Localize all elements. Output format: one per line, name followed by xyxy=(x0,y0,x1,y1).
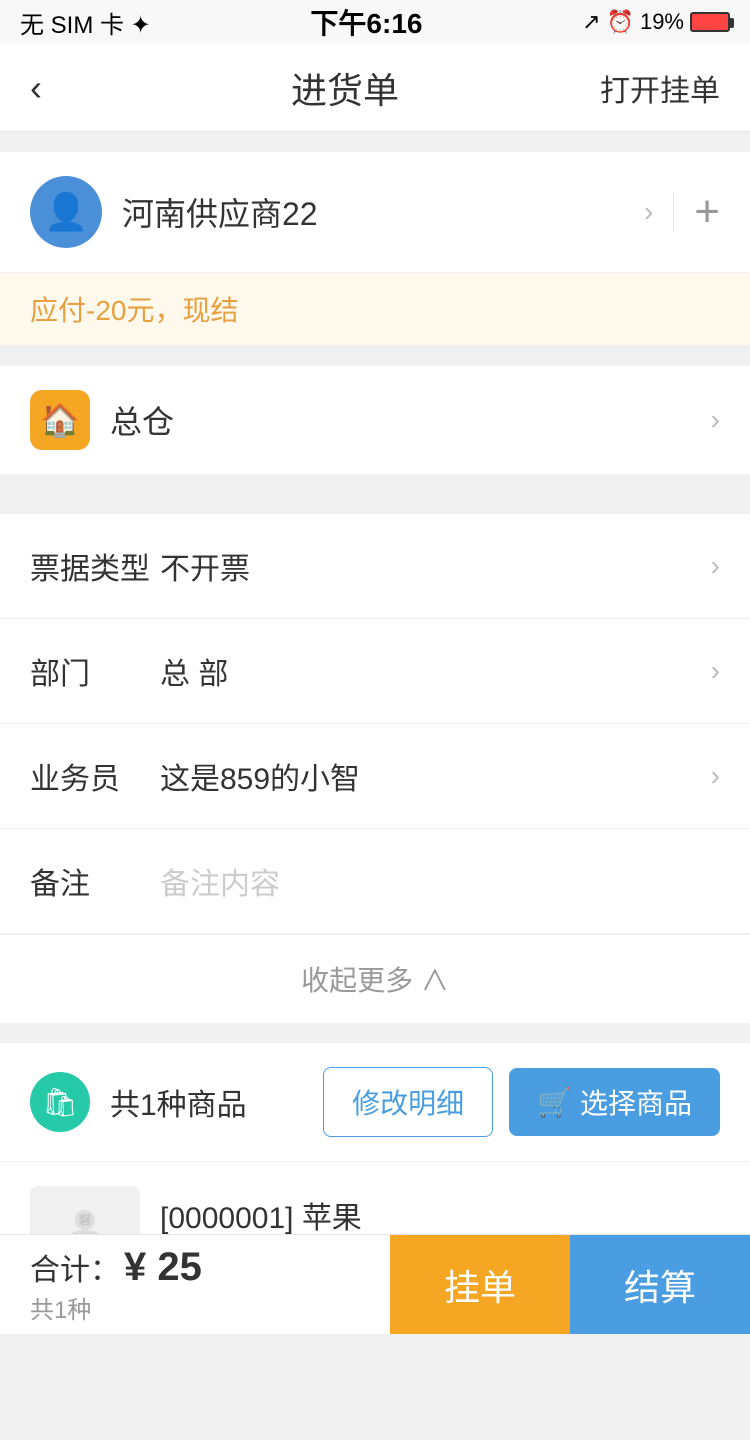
status-right: ↗ ⏰ 19% xyxy=(582,9,730,35)
invoice-type-row[interactable]: 票据类型 不开票 › xyxy=(0,514,750,619)
select-product-label: 选择商品 xyxy=(580,1082,692,1122)
warehouse-chevron-icon: › xyxy=(711,404,720,436)
page-title: 进货单 xyxy=(291,62,399,114)
warehouse-section: 🏠 总仓 › xyxy=(0,366,750,474)
form-section: 票据类型 不开票 › 部门 总 部 › 业务员 这是859的小智 › 备注 备注… xyxy=(0,514,750,1023)
collapse-button[interactable]: 收起更多 ∧ xyxy=(0,934,750,1023)
salesperson-row[interactable]: 业务员 这是859的小智 › xyxy=(0,724,750,829)
avatar-icon: 👤 xyxy=(44,191,89,233)
divider-2 xyxy=(0,474,750,494)
department-value: 总 部 xyxy=(160,649,711,693)
battery-label: 19% xyxy=(640,9,684,35)
department-row[interactable]: 部门 总 部 › xyxy=(0,619,750,724)
supplier-name[interactable]: 河南供应商22 xyxy=(122,189,644,235)
salesperson-value: 这是859的小智 xyxy=(160,754,711,798)
top-divider xyxy=(0,132,750,152)
total-label: 合计： xyxy=(30,1245,120,1289)
total-amount: ¥ 25 xyxy=(124,1245,202,1290)
product-title: 苹果 xyxy=(302,1202,362,1235)
svg-text:磐: 磐 xyxy=(79,1213,91,1227)
warehouse-row[interactable]: 🏠 总仓 › xyxy=(0,366,750,474)
sim-status: 无 SIM 卡 ✦ xyxy=(20,5,151,40)
bottom-padding xyxy=(0,1340,750,1440)
bottom-bar: 合计： ¥ 25 共1种 挂单 结算 xyxy=(0,1234,750,1334)
open-pending-button[interactable]: 打开挂单 xyxy=(600,66,720,110)
product-name: [0000001] 苹果 xyxy=(160,1193,668,1237)
alarm-icon: ⏰ xyxy=(607,9,634,35)
product-count-label: 共1种商品 xyxy=(110,1080,323,1124)
total-area: 合计： ¥ 25 共1种 xyxy=(0,1235,390,1334)
status-time: 下午6:16 xyxy=(310,2,422,42)
status-left: 无 SIM 卡 ✦ xyxy=(20,5,151,40)
warehouse-name: 总仓 xyxy=(110,397,711,443)
invoice-type-value: 不开票 xyxy=(160,544,711,588)
supplier-divider xyxy=(673,192,674,232)
divider-1 xyxy=(0,346,750,366)
supplier-avatar: 👤 xyxy=(30,176,102,248)
product-header: 🛍 共1种商品 修改明细 🛒 选择商品 xyxy=(0,1023,750,1161)
select-product-button[interactable]: 🛒 选择商品 xyxy=(509,1068,720,1136)
debt-notice: 应付-20元，现结 xyxy=(0,273,750,346)
remark-value[interactable]: 备注内容 xyxy=(160,859,720,903)
hang-order-button[interactable]: 挂单 xyxy=(390,1235,570,1334)
nav-bar: ‹ 进货单 打开挂单 xyxy=(0,44,750,132)
supplier-row: 👤 河南供应商22 › + xyxy=(0,152,750,273)
supplier-section: 👤 河南供应商22 › + 应付-20元，现结 xyxy=(0,152,750,346)
product-code: [0000001] xyxy=(160,1202,293,1235)
product-count-icon: 🛍 xyxy=(30,1072,90,1132)
checkout-button[interactable]: 结算 xyxy=(570,1235,750,1334)
salesperson-chevron-icon: › xyxy=(711,760,720,792)
modify-detail-button[interactable]: 修改明细 xyxy=(323,1067,493,1137)
department-label: 部门 xyxy=(30,649,160,693)
invoice-type-chevron-icon: › xyxy=(711,550,720,582)
location-icon: ↗ xyxy=(582,9,600,35)
remark-label: 备注 xyxy=(30,859,160,903)
supplier-chevron-icon: › xyxy=(644,196,653,228)
total-count: 共1种 xyxy=(30,1290,360,1325)
department-chevron-icon: › xyxy=(711,655,720,687)
status-bar: 无 SIM 卡 ✦ 下午6:16 ↗ ⏰ 19% xyxy=(0,0,750,44)
back-button[interactable]: ‹ xyxy=(30,67,90,109)
invoice-type-label: 票据类型 xyxy=(30,544,160,588)
battery-icon xyxy=(690,12,730,32)
remark-row[interactable]: 备注 备注内容 xyxy=(0,829,750,934)
cart-icon: 🛒 xyxy=(537,1086,572,1119)
bag-icon: 🛍 xyxy=(42,1086,78,1119)
salesperson-label: 业务员 xyxy=(30,754,160,798)
add-supplier-button[interactable]: + xyxy=(694,187,720,237)
warehouse-icon: 🏠 xyxy=(30,390,90,450)
